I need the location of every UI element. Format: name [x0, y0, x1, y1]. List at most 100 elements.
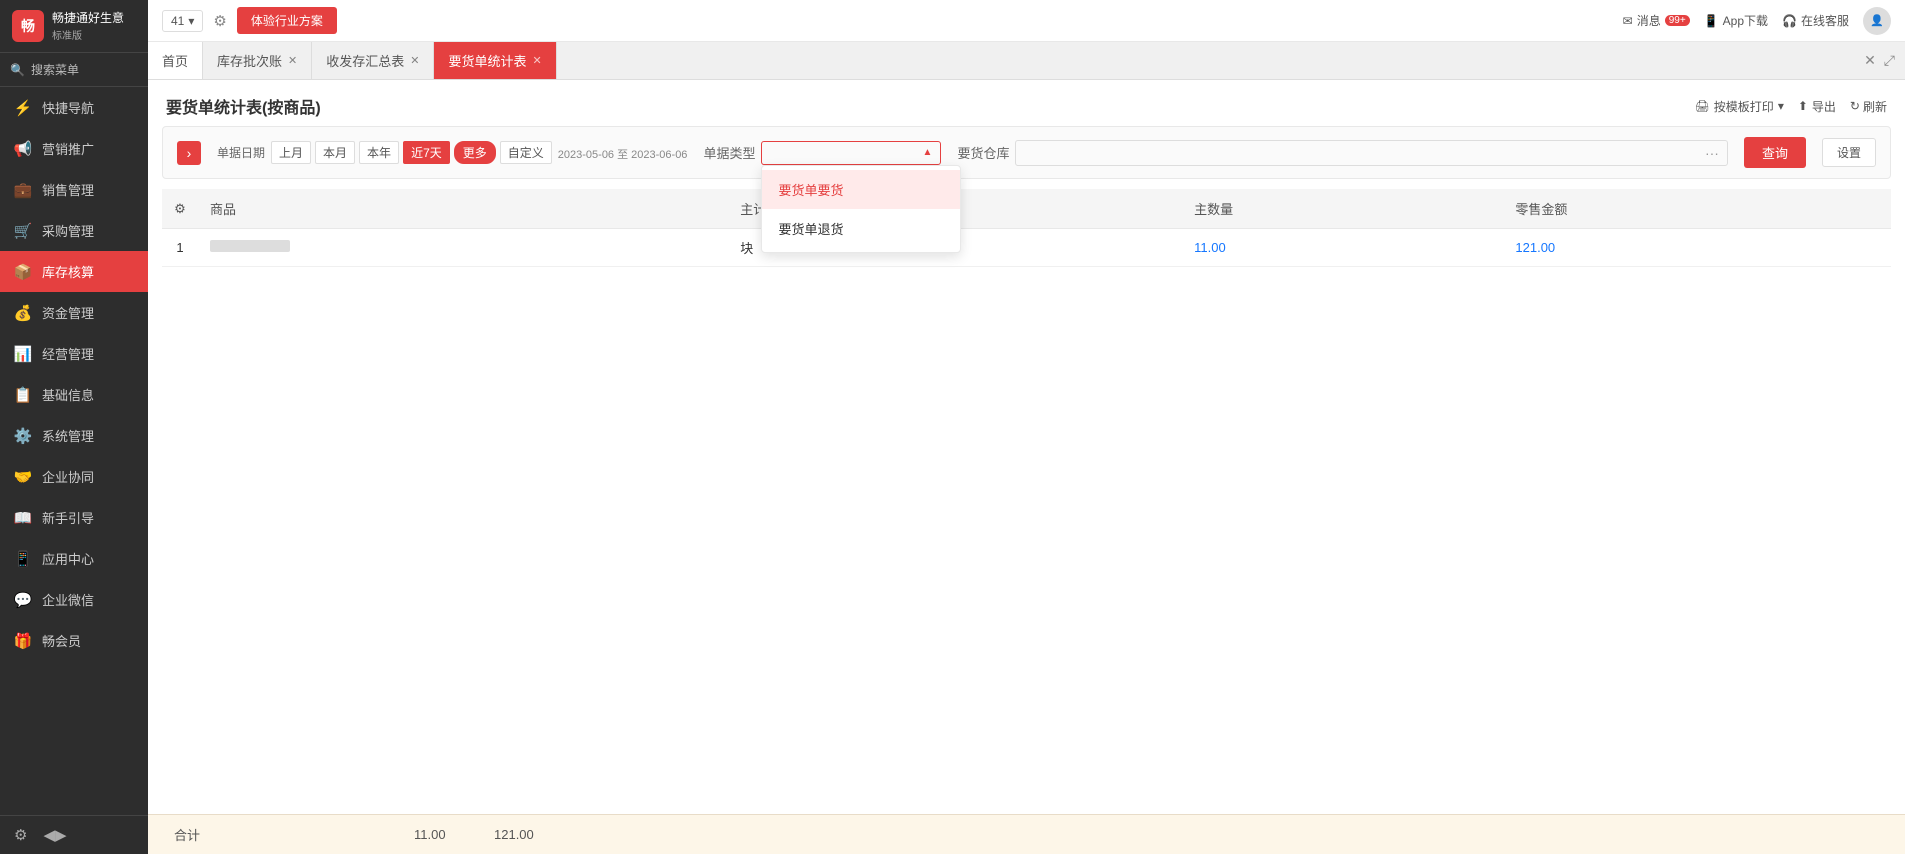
logo-title: 畅捷通好生意 [52, 10, 124, 27]
warehouse-filter-label: 要货仓库 [957, 143, 1009, 162]
trial-button[interactable]: 体验行业方案 [237, 7, 337, 34]
sidebar-label-quick-nav: 快捷导航 [42, 98, 94, 117]
date-btn-this-month[interactable]: 本月 [315, 141, 355, 164]
date-btn-this-year[interactable]: 本年 [359, 141, 399, 164]
sidebar-label-basic-info: 基础信息 [42, 385, 94, 404]
filter-toggle-button[interactable]: › [177, 141, 201, 165]
sidebar-label-app-center: 应用中心 [42, 549, 94, 568]
sidebar-item-sales[interactable]: 💼 销售管理 [0, 169, 148, 210]
store-selector[interactable]: 41 ▾ [162, 10, 203, 32]
sidebar-label-system: 系统管理 [42, 426, 94, 445]
footer-total-amount: 121.00 [482, 827, 562, 842]
bottom-settings-icon[interactable]: ⚙ [14, 826, 27, 844]
type-select[interactable]: ▲ [761, 141, 941, 165]
system-icon: ⚙️ [14, 427, 32, 445]
table-header-row: ⚙ 商品 主计量单位 主数量 零售金额 [162, 189, 1891, 229]
topbar: 41 ▾ ⚙ 体验行业方案 ✉ 消息 99+ 📱 App下载 🎧 在线客服 👤 [148, 0, 1905, 42]
sidebar-label-sales: 销售管理 [42, 180, 94, 199]
sidebar-bottom: ⚙ ◀▶ [0, 815, 148, 854]
phone-icon: 📱 [1704, 14, 1719, 28]
date-btn-custom[interactable]: 自定义 [500, 141, 552, 164]
sidebar-label-membership: 畅会员 [42, 631, 81, 650]
search-menu[interactable]: 🔍 搜索菜单 [0, 53, 148, 87]
dropdown-item-order-return[interactable]: 要货单退货 [762, 209, 960, 248]
sidebar-label-marketing: 营销推广 [42, 139, 94, 158]
type-select-input[interactable] [770, 146, 918, 160]
collapse-icon[interactable]: ◀▶ [43, 826, 66, 844]
sidebar-item-app-center[interactable]: 📱 应用中心 [0, 538, 148, 579]
type-select-wrapper: ▲ 要货单要货 要货单退货 [761, 141, 941, 165]
refresh-button[interactable]: ↻ 刷新 [1850, 98, 1887, 115]
tabs-expand-icon[interactable]: ⤢ [1882, 50, 1897, 71]
store-dropdown-icon: ▾ [188, 14, 194, 28]
online-service-button[interactable]: 🎧 在线客服 [1782, 12, 1849, 29]
date-filter-label: 单据日期 [217, 144, 265, 161]
set-button[interactable]: 设置 [1822, 138, 1876, 167]
sidebar-item-enterprise[interactable]: 🤝 企业协同 [0, 456, 148, 497]
message-icon: ✉ [1623, 14, 1633, 28]
sidebar-item-wechat[interactable]: 💬 企业微信 [0, 579, 148, 620]
operations-icon: 📊 [14, 345, 32, 363]
sidebar-item-quick-nav[interactable]: ⚡ 快捷导航 [0, 87, 148, 128]
wechat-icon: 💬 [14, 591, 32, 609]
quick-nav-icon: ⚡ [14, 99, 32, 117]
warehouse-select[interactable]: ··· [1015, 140, 1728, 166]
tab-order-label: 要货单统计表 [448, 51, 526, 70]
print-template-button[interactable]: 🖨 按模板打印 ▾ [1695, 98, 1784, 115]
export-label: 导出 [1812, 98, 1836, 115]
search-label: 搜索菜单 [31, 61, 79, 78]
sidebar-item-marketing[interactable]: 📢 营销推广 [0, 128, 148, 169]
messages-label: 消息 [1637, 12, 1661, 29]
headset-icon: 🎧 [1782, 14, 1797, 28]
sidebar-item-purchase[interactable]: 🛒 采购管理 [0, 210, 148, 251]
sidebar-item-operations[interactable]: 📊 经营管理 [0, 333, 148, 374]
tabs-close-all-icon[interactable]: ✕ [1862, 50, 1878, 71]
tab-inventory-batch-close[interactable]: ✕ [288, 54, 297, 67]
sidebar: 畅 畅捷通好生意 标准版 🔍 搜索菜单 ⚡ 快捷导航 📢 营销推广 💼 销售管理… [0, 0, 148, 854]
sidebar-item-system[interactable]: ⚙️ 系统管理 [0, 415, 148, 456]
print-icon: 🖨 [1695, 99, 1710, 113]
type-select-chevron-up: ▲ [923, 147, 933, 158]
tab-order-close[interactable]: ✕ [533, 54, 542, 67]
tab-home[interactable]: 首页 [148, 42, 203, 79]
date-btn-last-7days[interactable]: 近7天 [403, 141, 450, 164]
sidebar-item-finance[interactable]: 💰 资金管理 [0, 292, 148, 333]
enterprise-icon: 🤝 [14, 468, 32, 486]
sidebar-item-membership[interactable]: 🎁 畅会员 [0, 620, 148, 661]
tab-order-summary[interactable]: 要货单统计表 ✕ [434, 42, 556, 79]
tab-home-label: 首页 [162, 51, 188, 70]
user-avatar[interactable]: 👤 [1863, 7, 1891, 35]
sidebar-item-guide[interactable]: 📖 新手引导 [0, 497, 148, 538]
sidebar-item-basic-info[interactable]: 📋 基础信息 [0, 374, 148, 415]
tab-receivables-close[interactable]: ✕ [410, 54, 419, 67]
sidebar-nav: ⚡ 快捷导航 📢 营销推广 💼 销售管理 🛒 采购管理 📦 库存核算 💰 资金管… [0, 87, 148, 815]
th-settings[interactable]: ⚙ [162, 189, 198, 229]
tab-receivables-summary[interactable]: 收发存汇总表 ✕ [312, 42, 434, 79]
footer-total-quantity: 11.00 [402, 827, 482, 842]
th-amount: 零售金额 [1503, 189, 1891, 229]
table-row: 1 块 11.00 121.00 [162, 229, 1891, 267]
data-table: ⚙ 商品 主计量单位 主数量 零售金额 1 块 [162, 189, 1891, 267]
date-filter-group: 单据日期 上月 本月 本年 近7天 更多 自定义 2023-05-06 至 20… [217, 141, 687, 164]
app-logo: 畅 畅捷通好生意 标准版 [0, 0, 148, 53]
dropdown-item-order-goods[interactable]: 要货单要货 [762, 170, 960, 209]
messages-button[interactable]: ✉ 消息 99+ [1623, 12, 1690, 29]
query-button[interactable]: 查询 [1744, 137, 1806, 168]
sidebar-label-finance: 资金管理 [42, 303, 94, 322]
warehouse-more-icon[interactable]: ··· [1705, 145, 1719, 161]
date-btn-more[interactable]: 更多 [454, 141, 496, 164]
logo-icon: 畅 [12, 10, 44, 42]
type-filter-label: 单据类型 [703, 143, 755, 162]
sales-icon: 💼 [14, 181, 32, 199]
tab-inventory-batch[interactable]: 库存批次账 ✕ [203, 42, 312, 79]
topbar-settings-icon[interactable]: ⚙ [213, 12, 226, 30]
export-button[interactable]: ⬆ 导出 [1798, 98, 1836, 115]
app-download-button[interactable]: 📱 App下载 [1704, 12, 1768, 29]
sidebar-item-inventory[interactable]: 📦 库存核算 [0, 251, 148, 292]
date-btn-last-month[interactable]: 上月 [271, 141, 311, 164]
marketing-icon: 📢 [14, 140, 32, 158]
filter-bar: › 单据日期 上月 本月 本年 近7天 更多 自定义 2023-05-06 至 … [162, 126, 1891, 179]
date-buttons: 上月 本月 本年 近7天 更多 自定义 [271, 141, 552, 164]
row-index: 1 [162, 229, 198, 267]
sidebar-label-wechat: 企业微信 [42, 590, 94, 609]
